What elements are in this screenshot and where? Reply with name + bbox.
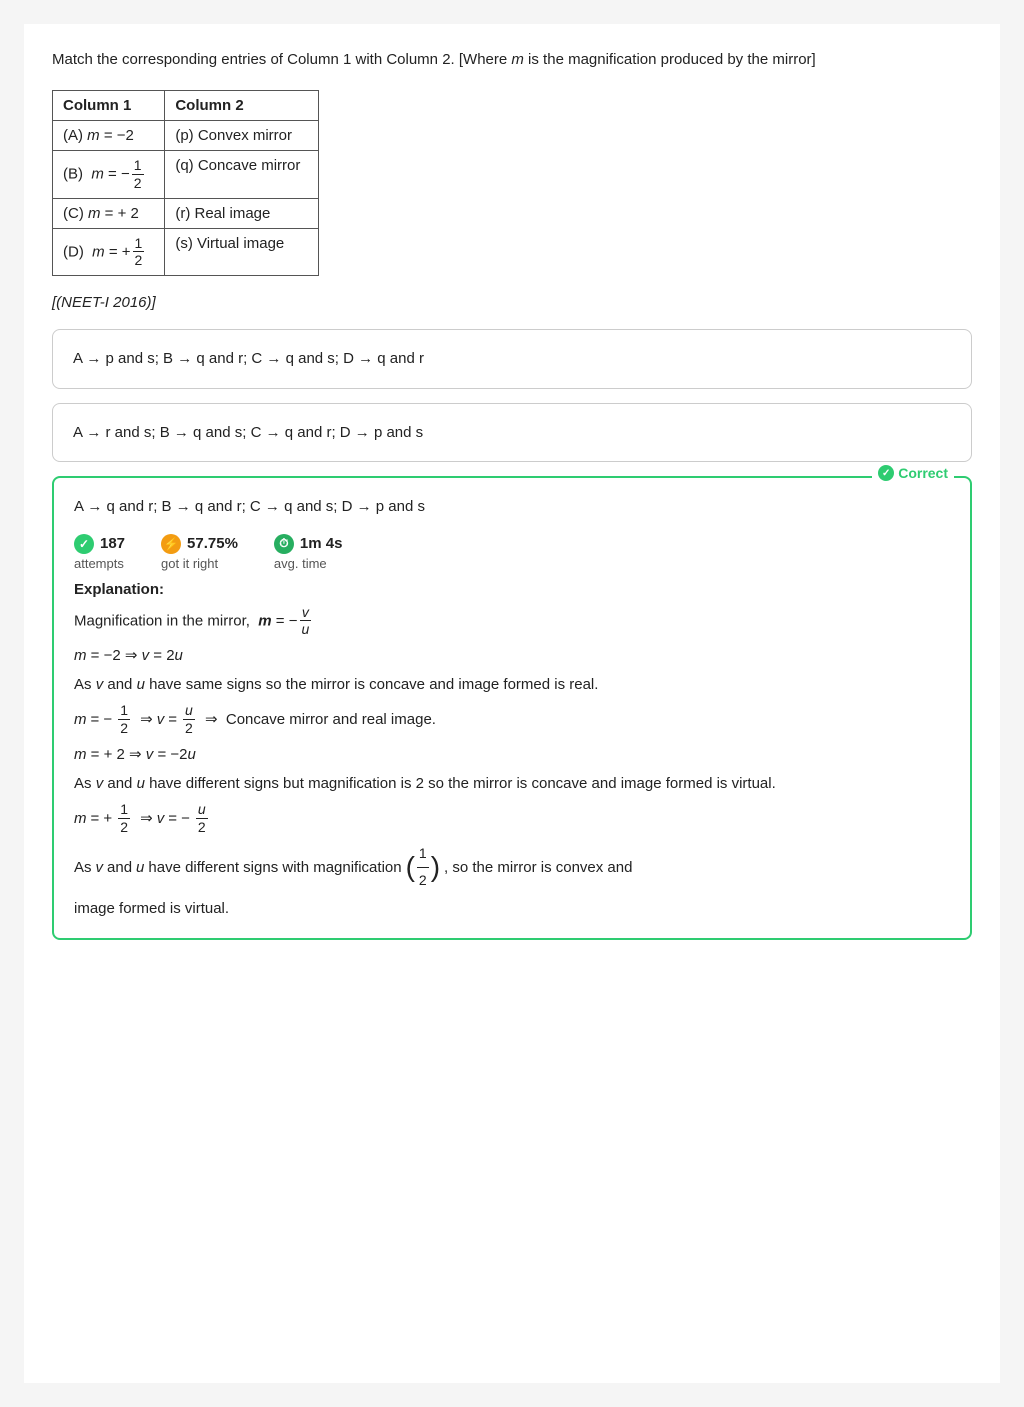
exp-line-5: m = + 2 ⇒ v = −2u <box>74 741 950 768</box>
table-row: (B) m = −12 (q) Concave mirror <box>53 151 319 199</box>
explanation-title: Explanation: <box>74 581 950 598</box>
table-cell: (r) Real image <box>165 198 319 228</box>
stat-percent: ⚡ 57.75% got it right <box>161 534 238 571</box>
exp-line-2: m = −2 ⇒ v = 2u <box>74 642 950 669</box>
exp-line-7: m = +12 ⇒ v = −u2 <box>74 801 950 836</box>
table-cell: (C) m = + 2 <box>53 198 165 228</box>
percent-label: got it right <box>161 556 218 571</box>
col2-header: Column 2 <box>165 91 319 121</box>
exp-line-3: As v and u have same signs so the mirror… <box>74 671 950 698</box>
table-row: (A) m = −2 (p) Convex mirror <box>53 121 319 151</box>
exp-line-1: Magnification in the mirror, m = −vu <box>74 604 950 639</box>
time-value: 1m 4s <box>300 535 343 552</box>
paren-frac: ( 1 2 ) <box>406 841 440 892</box>
exp-line-6: As v and u have different signs but magn… <box>74 770 950 797</box>
correct-label: Correct <box>898 465 948 481</box>
percent-value: 57.75% <box>187 535 238 552</box>
match-table: Column 1 Column 2 (A) m = −2 (p) Convex … <box>52 90 319 276</box>
exp-line-4: m = −12 ⇒ v = u2 ⇒ Concave mirror and re… <box>74 702 950 737</box>
correct-badge: ✓ Correct <box>872 465 954 481</box>
neet-label: [(NEET-I 2016)] <box>52 294 972 311</box>
table-cell: (B) m = −12 <box>53 151 165 199</box>
stat-attempts: ✓ 187 attempts <box>74 534 125 571</box>
option-1-text: A → p and s; B → q and r; C → q and s; D… <box>73 350 424 367</box>
check-icon: ✓ <box>74 534 94 554</box>
option-2[interactable]: A → r and s; B → q and s; C → q and r; D… <box>52 403 972 463</box>
table-cell: (A) m = −2 <box>53 121 165 151</box>
table-row: (C) m = + 2 (r) Real image <box>53 198 319 228</box>
clock-icon: ⏱ <box>274 534 294 554</box>
time-label: avg. time <box>274 556 327 571</box>
exp-line-9: image formed is virtual. <box>74 895 950 922</box>
check-icon: ✓ <box>878 465 894 481</box>
attempts-label: attempts <box>74 556 124 571</box>
table-cell: (q) Concave mirror <box>165 151 319 199</box>
question-text: Match the corresponding entries of Colum… <box>52 48 972 72</box>
option-2-text: A → r and s; B → q and s; C → q and r; D… <box>73 424 423 441</box>
table-row: (D) m = +12 (s) Virtual image <box>53 228 319 276</box>
option-3-correct[interactable]: ✓ Correct A → q and r; B → q and r; C → … <box>52 476 972 940</box>
col1-header: Column 1 <box>53 91 165 121</box>
table-cell: (p) Convex mirror <box>165 121 319 151</box>
explanation-body: Magnification in the mirror, m = −vu m =… <box>74 604 950 922</box>
table-cell: (s) Virtual image <box>165 228 319 276</box>
attempts-value: 187 <box>100 535 125 552</box>
exp-line-8: As v and u have different signs with mag… <box>74 841 950 892</box>
stat-time: ⏱ 1m 4s avg. time <box>274 534 343 571</box>
stats-row: ✓ 187 attempts ⚡ 57.75% got it right ⏱ 1… <box>74 534 950 571</box>
table-cell: (D) m = +12 <box>53 228 165 276</box>
page-container: Match the corresponding entries of Colum… <box>24 24 1000 1383</box>
option-1[interactable]: A → p and s; B → q and r; C → q and s; D… <box>52 329 972 389</box>
bolt-icon: ⚡ <box>161 534 181 554</box>
option-3-text: A → q and r; B → q and r; C → q and s; D… <box>74 494 950 520</box>
